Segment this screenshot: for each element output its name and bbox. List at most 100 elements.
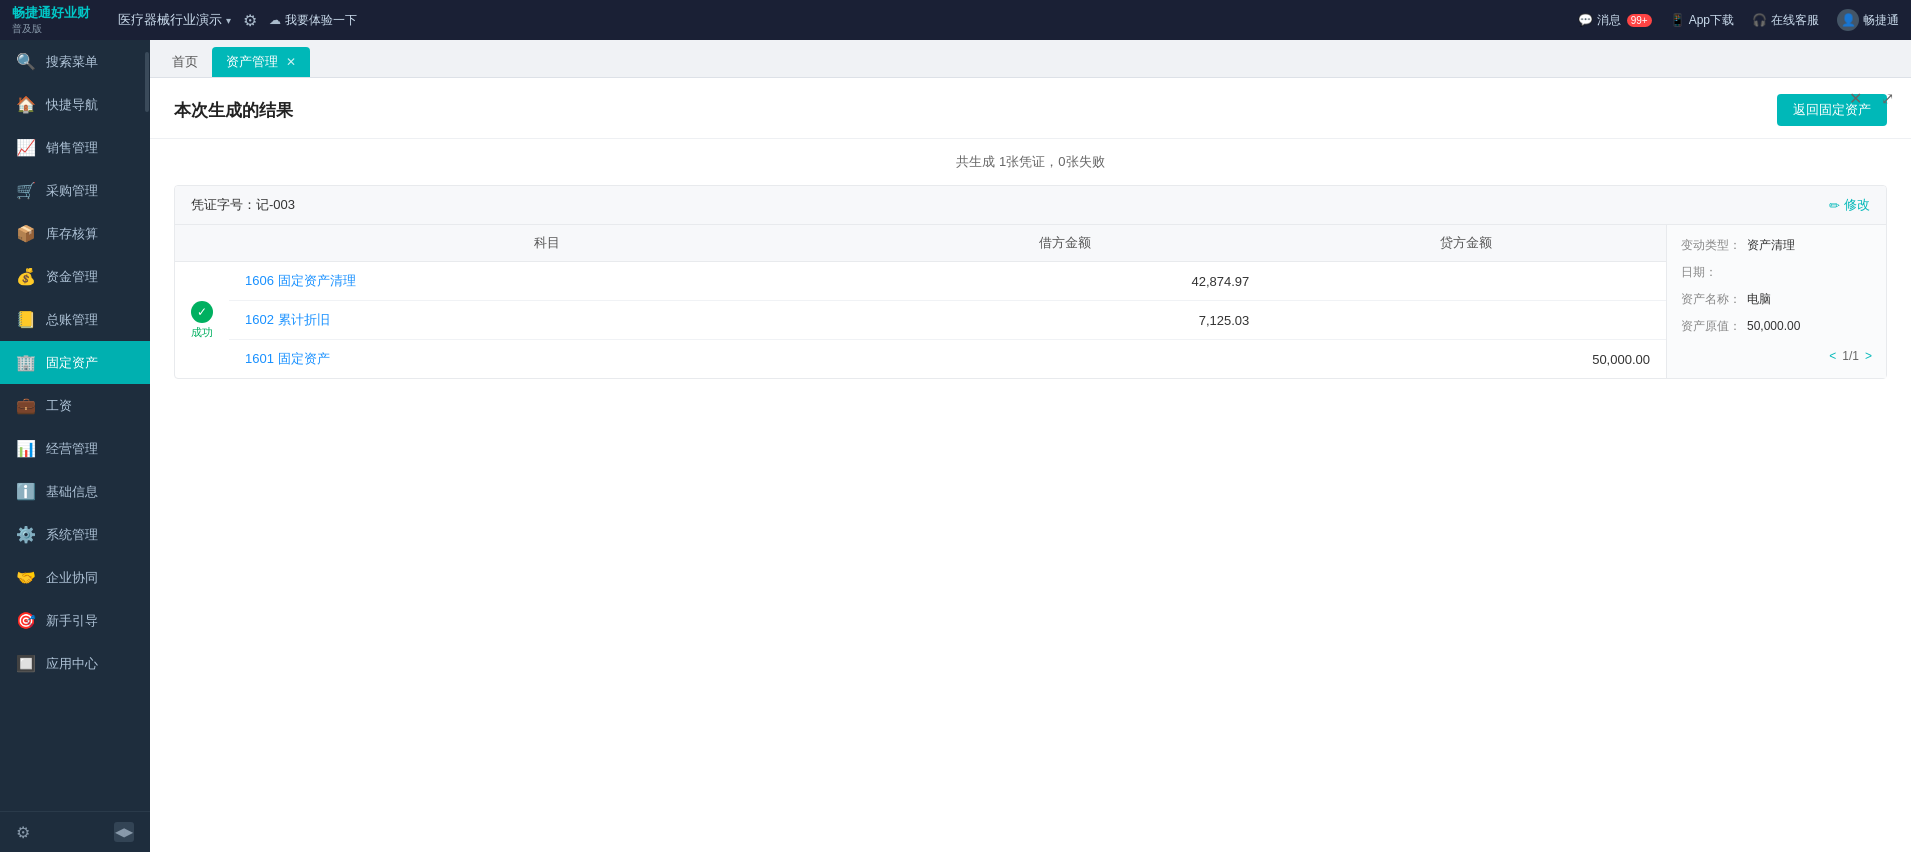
next-page-button[interactable]: >: [1865, 349, 1872, 363]
voucher-id: 凭证字号：记-003: [191, 196, 295, 214]
message-label: 消息: [1597, 12, 1621, 29]
credit-cell: [1265, 301, 1666, 340]
expand-window-button[interactable]: ⤢: [1873, 84, 1901, 112]
system-icon: ⚙️: [16, 525, 36, 544]
tab-home[interactable]: 首页: [162, 47, 208, 77]
table-row: 1602 累计折旧 7,125.03: [175, 301, 1666, 340]
top-header: 畅捷通好业财 普及版 医疗器械行业演示 ▾ ⚙ ☁ 我要体验一下 💬 消息 99…: [0, 0, 1911, 40]
inventory-icon: 📦: [16, 224, 36, 243]
page-header: 本次生成的结果 返回固定资产: [150, 78, 1911, 139]
credit-cell: 50,000.00: [1265, 340, 1666, 379]
col-debit: 借方金额: [865, 225, 1266, 262]
tab-close-icon[interactable]: ✕: [286, 55, 296, 69]
content-area: 首页 资产管理 ✕ ✕ ⤢ 本次生成的结果 返回固定资产 共生成 1张凭证，0张…: [150, 40, 1911, 852]
success-circle: ✓: [191, 301, 213, 323]
debit-cell: 42,874.97: [865, 262, 1266, 301]
change-type-row: 变动类型： 资产清理: [1681, 237, 1872, 254]
pagination-info: 1/1: [1842, 349, 1859, 363]
logo-area: 畅捷通好业财 普及版: [12, 4, 90, 36]
user-area[interactable]: 👤 畅捷通: [1837, 9, 1899, 31]
side-panel-pagination: < 1/1 >: [1681, 349, 1872, 363]
sidebar-item-operation[interactable]: 📊 经营管理: [0, 427, 150, 470]
sidebar: 🔍 搜索菜单 🏠 快捷导航 📈 销售管理 🛒 采购管理 📦 库存核算 💰: [0, 40, 150, 852]
change-type-label: 变动类型：: [1681, 237, 1741, 254]
tab-asset-mgmt[interactable]: 资产管理 ✕: [212, 47, 310, 77]
top-header-right: 💬 消息 99+ 📱 App下载 🎧 在线客服 👤 畅捷通: [1578, 9, 1899, 31]
voucher-table-wrap: 科目 借方金额 贷方金额: [175, 225, 1666, 378]
sidebar-item-purchase[interactable]: 🛒 采购管理: [0, 169, 150, 212]
sidebar-collapse-button[interactable]: ◀▶: [114, 822, 134, 842]
sidebar-item-basic-info[interactable]: ℹ️ 基础信息: [0, 470, 150, 513]
workspace-chevron: ▾: [226, 15, 231, 26]
voucher-header: 凭证字号：记-003 ✏ 修改: [175, 186, 1886, 225]
app-download-icon: 📱: [1670, 13, 1685, 27]
asset-value-value: 50,000.00: [1747, 319, 1800, 333]
main-layout: 🔍 搜索菜单 🏠 快捷导航 📈 销售管理 🛒 采购管理 📦 库存核算 💰: [0, 40, 1911, 852]
window-controls: ✕ ⤢: [1831, 78, 1911, 118]
col-account: 科目: [229, 225, 865, 262]
sidebar-item-ledger[interactable]: 📒 总账管理: [0, 298, 150, 341]
debit-cell: [865, 340, 1266, 379]
sidebar-item-label: 快捷导航: [46, 96, 98, 114]
date-label: 日期：: [1681, 264, 1737, 281]
sidebar-item-app-center[interactable]: 🔲 应用中心: [0, 642, 150, 685]
experience-button[interactable]: ☁ 我要体验一下: [269, 12, 357, 29]
sidebar-item-label: 库存核算: [46, 225, 98, 243]
message-badge: 99+: [1627, 14, 1652, 27]
sidebar-item-corp-collab[interactable]: 🤝 企业协同: [0, 556, 150, 599]
sidebar-item-label: 资金管理: [46, 268, 98, 286]
sidebar-item-system[interactable]: ⚙️ 系统管理: [0, 513, 150, 556]
sidebar-item-guide[interactable]: 🎯 新手引导: [0, 599, 150, 642]
sidebar-settings-icon[interactable]: ⚙: [16, 823, 30, 842]
sidebar-item-label: 新手引导: [46, 612, 98, 630]
summary-line: 共生成 1张凭证，0张失败: [150, 139, 1911, 185]
ledger-icon: 📒: [16, 310, 36, 329]
table-row: 1601 固定资产 50,000.00: [175, 340, 1666, 379]
account-cell: 1601 固定资产: [229, 340, 865, 379]
sidebar-item-payroll[interactable]: 💼 工资: [0, 384, 150, 427]
collapse-icon: ◀▶: [115, 825, 133, 839]
logo-title: 畅捷通好业财: [12, 4, 90, 22]
debit-cell: 7,125.03: [865, 301, 1266, 340]
sidebar-item-quick-nav[interactable]: 🏠 快捷导航: [0, 83, 150, 126]
col-status: [175, 225, 229, 262]
search-icon: 🔍: [16, 52, 36, 71]
corp-collab-icon: 🤝: [16, 568, 36, 587]
edit-icon: ✏: [1829, 198, 1840, 213]
sidebar-item-label: 基础信息: [46, 483, 98, 501]
prev-page-button[interactable]: <: [1829, 349, 1836, 363]
sidebar-item-fixed-assets[interactable]: 🏢 固定资产: [0, 341, 150, 384]
close-window-button[interactable]: ✕: [1841, 84, 1869, 112]
message-action[interactable]: 💬 消息 99+: [1578, 12, 1652, 29]
sales-icon: 📈: [16, 138, 36, 157]
sidebar-item-label: 系统管理: [46, 526, 98, 544]
table-header-row: 科目 借方金额 贷方金额: [175, 225, 1666, 262]
status-cell: ✓ 成功: [175, 262, 229, 379]
table-row: ✓ 成功 1606 固定资产清理 42,874.97: [175, 262, 1666, 301]
sidebar-bottom: ⚙ ◀▶: [0, 811, 150, 852]
voucher-section: 凭证字号：记-003 ✏ 修改: [174, 185, 1887, 379]
basic-info-icon: ℹ️: [16, 482, 36, 501]
voucher-body: 科目 借方金额 贷方金额: [175, 225, 1886, 378]
sidebar-item-sales[interactable]: 📈 销售管理: [0, 126, 150, 169]
edit-button[interactable]: ✏ 修改: [1829, 196, 1870, 214]
app-download-label: App下载: [1689, 12, 1734, 29]
online-support-action[interactable]: 🎧 在线客服: [1752, 12, 1819, 29]
user-avatar-icon: 👤: [1837, 9, 1859, 31]
guide-icon: 🎯: [16, 611, 36, 630]
app-download-action[interactable]: 📱 App下载: [1670, 12, 1734, 29]
col-credit: 贷方金额: [1265, 225, 1666, 262]
sidebar-item-fund[interactable]: 💰 资金管理: [0, 255, 150, 298]
online-support-label: 在线客服: [1771, 12, 1819, 29]
asset-name-value: 电脑: [1747, 291, 1771, 308]
sidebar-item-label: 总账管理: [46, 311, 98, 329]
page-content: ✕ ⤢ 本次生成的结果 返回固定资产 共生成 1张凭证，0张失败 凭证字号：记-…: [150, 78, 1911, 852]
online-support-icon: 🎧: [1752, 13, 1767, 27]
tab-label: 资产管理: [226, 53, 278, 71]
sidebar-item-search[interactable]: 🔍 搜索菜单: [0, 40, 150, 83]
sidebar-item-label: 销售管理: [46, 139, 98, 157]
sidebar-item-label: 企业协同: [46, 569, 98, 587]
workspace-selector[interactable]: 医疗器械行业演示 ▾: [118, 11, 231, 29]
settings-icon[interactable]: ⚙: [239, 7, 261, 34]
sidebar-item-inventory[interactable]: 📦 库存核算: [0, 212, 150, 255]
